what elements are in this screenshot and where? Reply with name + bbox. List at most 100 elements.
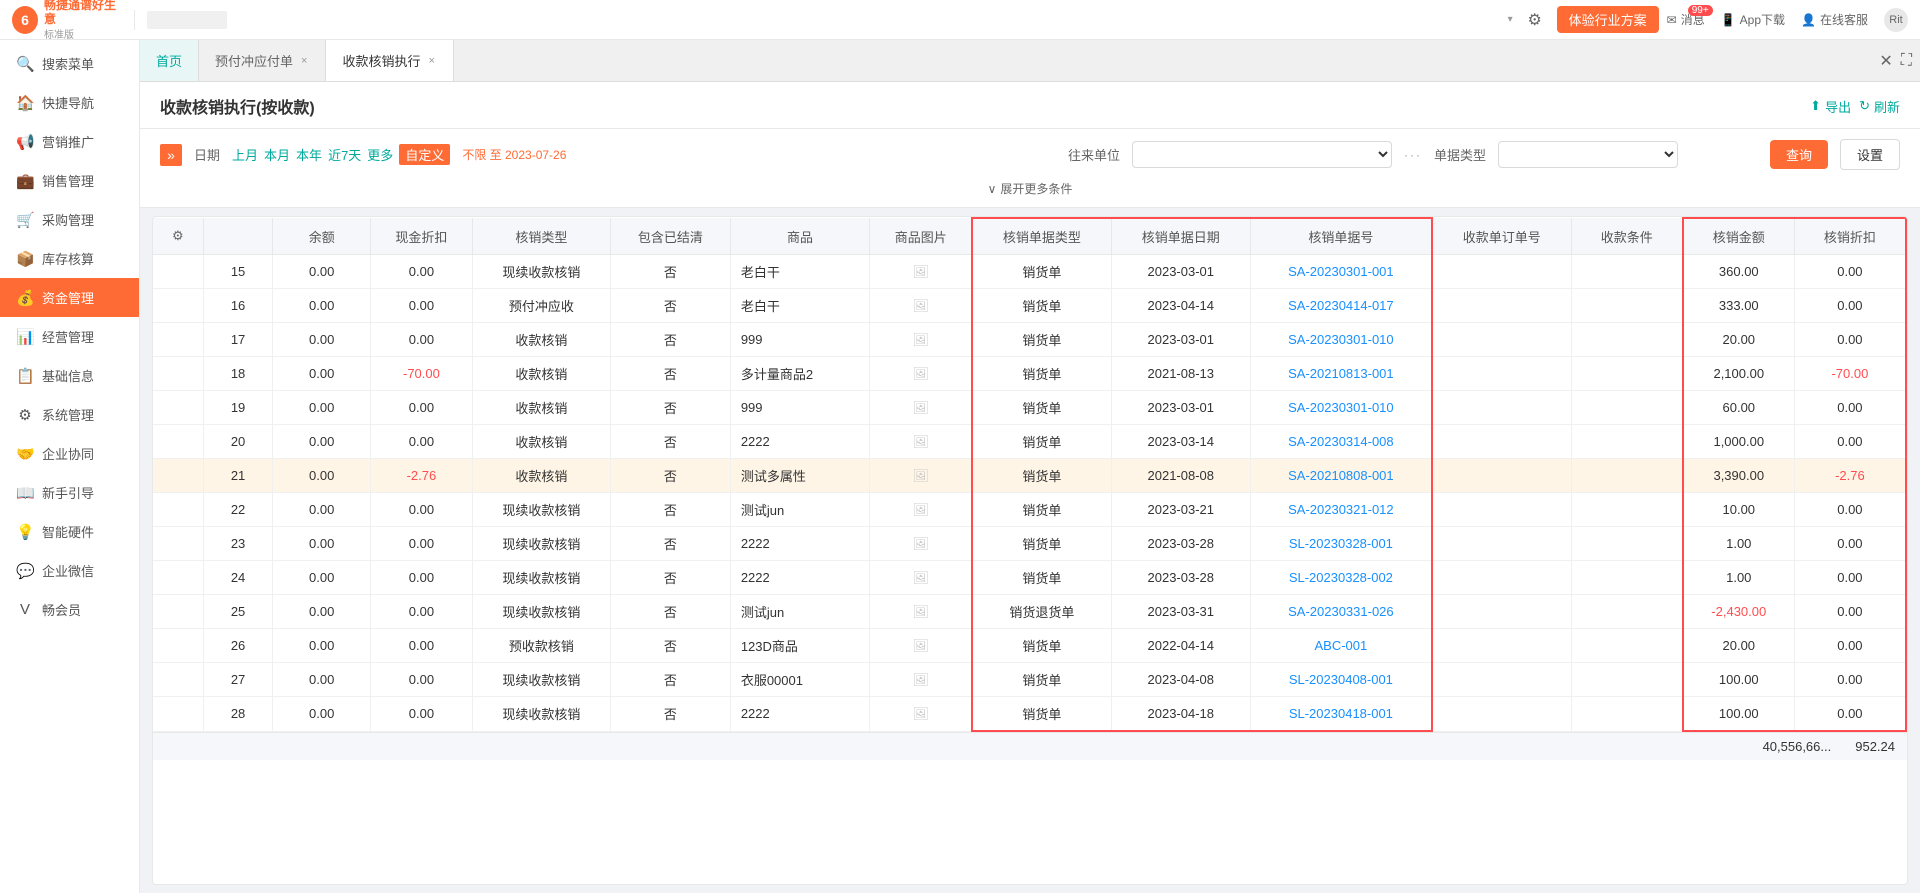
date-opt-custom[interactable]: 自定义 (399, 144, 450, 165)
table-cell: 0.00 (273, 425, 371, 459)
sidebar-label-sales: 销售管理 (42, 171, 94, 190)
from-unit-select[interactable] (1132, 141, 1392, 168)
sidebar-item-system[interactable]: ⚙ 系统管理 (0, 395, 139, 434)
voucher-type-select[interactable] (1498, 141, 1678, 168)
trial-button[interactable]: 体验行业方案 (1557, 6, 1659, 33)
table-cell[interactable]: SA-20230314-008 (1250, 425, 1431, 459)
date-opt-this-month[interactable]: 本月 (264, 145, 290, 164)
expand-more-button[interactable]: ∨ 展开更多条件 (160, 174, 1900, 197)
voucher-bill-no-link[interactable]: SA-20230314-008 (1288, 434, 1394, 449)
user-area[interactable]: Rit (1884, 8, 1908, 32)
sidebar-item-search[interactable]: 🔍 搜索菜单 (0, 44, 139, 83)
table-cell: 销货单 (972, 697, 1111, 732)
table-cell[interactable]: SA-20210813-001 (1250, 357, 1431, 391)
sidebar-item-marketing[interactable]: 📢 营销推广 (0, 122, 139, 161)
table-wrap: ⚙ 余额 现金折扣 核销类型 包含已结清 商品 商品图片 核销单据类型 核销单据… (152, 216, 1908, 885)
sidebar-item-basic-info[interactable]: 📋 基础信息 (0, 356, 139, 395)
sidebar-item-enterprise[interactable]: 🤝 企业协同 (0, 434, 139, 473)
voucher-bill-no-link[interactable]: ABC-001 (1315, 638, 1368, 653)
date-opt-7days[interactable]: 近7天 (328, 145, 361, 164)
voucher-bill-no-link[interactable]: SL-20230408-001 (1289, 672, 1393, 687)
refresh-button[interactable]: ↻ 刷新 (1859, 97, 1900, 116)
message-icon: ✉ (1667, 13, 1677, 27)
table-cell (1571, 493, 1683, 527)
table-cell: 2023-04-18 (1111, 697, 1250, 732)
filter-expand-button[interactable]: » (160, 144, 182, 166)
voucher-bill-no-link[interactable]: SL-20230328-001 (1289, 536, 1393, 551)
table-cell: 21 (203, 459, 273, 493)
table-cell: 现续收款核销 (472, 697, 610, 732)
sidebar-item-inventory[interactable]: 📦 库存核算 (0, 239, 139, 278)
table-cell[interactable]: SL-20230418-001 (1250, 697, 1431, 732)
th-writeoff-type: 核销类型 (472, 218, 610, 255)
sidebar-item-member[interactable]: V 畅会员 (0, 590, 139, 629)
system-icon: ⚙ (16, 406, 34, 424)
voucher-bill-no-link[interactable]: SL-20230328-002 (1289, 570, 1393, 585)
table-cell[interactable]: SA-20230301-010 (1250, 391, 1431, 425)
tab-expand-button[interactable]: ⛶ (1901, 52, 1912, 70)
table-cell (1571, 629, 1683, 663)
tab-writeoff-close[interactable]: × (426, 55, 436, 67)
online-service-button[interactable]: 👤 在线客服 (1801, 11, 1868, 28)
sidebar-item-wechat[interactable]: 💬 企业微信 (0, 551, 139, 590)
sidebar-item-guide[interactable]: 📖 新手引导 (0, 473, 139, 512)
table-cell: 现续收款核销 (472, 493, 610, 527)
table-cell: 销货单 (972, 357, 1111, 391)
voucher-bill-no-link[interactable]: SA-20210813-001 (1288, 366, 1394, 381)
settings-button[interactable]: ⚙ (1521, 6, 1549, 34)
dropdown-icon[interactable]: ▾ (1508, 14, 1513, 25)
sidebar-item-quick-nav[interactable]: 🏠 快捷导航 (0, 83, 139, 122)
voucher-bill-no-link[interactable]: SA-20230414-017 (1288, 298, 1394, 313)
marketing-icon: 📢 (16, 133, 34, 151)
table-cell[interactable]: SL-20230328-001 (1250, 527, 1431, 561)
tab-prepaid[interactable]: 预付冲应付单 × (199, 40, 326, 81)
query-button[interactable]: 查询 (1770, 140, 1828, 169)
tab-writeoff-label: 收款核销执行 (342, 51, 420, 70)
table-cell[interactable]: SA-20230301-010 (1250, 323, 1431, 357)
date-opt-last-month[interactable]: 上月 (232, 145, 258, 164)
chevron-down-icon: ∨ (988, 182, 997, 196)
voucher-bill-no-link[interactable]: SL-20230418-001 (1289, 706, 1393, 721)
voucher-bill-no-link[interactable]: SA-20210808-001 (1288, 468, 1394, 483)
voucher-bill-no-link[interactable]: SA-20230301-010 (1288, 400, 1394, 415)
voucher-bill-no-link[interactable]: SA-20230301-001 (1288, 264, 1394, 279)
table-cell (1432, 289, 1571, 323)
table-cell: 1.00 (1683, 561, 1795, 595)
tab-close-all-button[interactable]: ✕ (1879, 51, 1892, 71)
sidebar-item-finance[interactable]: 💰 资金管理 (0, 278, 139, 317)
date-opt-this-year[interactable]: 本年 (296, 145, 322, 164)
sidebar-label-marketing: 营销推广 (42, 132, 94, 151)
table-cell[interactable]: SA-20210808-001 (1250, 459, 1431, 493)
table-cell (1432, 663, 1571, 697)
table-cell: 🖼 (870, 289, 973, 323)
table-cell[interactable]: SL-20230328-002 (1250, 561, 1431, 595)
table-cell[interactable]: SA-20230331-026 (1250, 595, 1431, 629)
table-cell: 2222 (730, 527, 869, 561)
table-cell[interactable]: SA-20230321-012 (1250, 493, 1431, 527)
table-cell[interactable]: ABC-001 (1250, 629, 1431, 663)
sidebar-item-purchase[interactable]: 🛒 采购管理 (0, 200, 139, 239)
table-settings-icon[interactable]: ⚙ (163, 228, 193, 244)
table-cell: 0.00 (371, 425, 473, 459)
tab-writeoff[interactable]: 收款核销执行 × (326, 40, 453, 81)
sidebar-item-smart-hw[interactable]: 💡 智能硬件 (0, 512, 139, 551)
table-cell[interactable]: SL-20230408-001 (1250, 663, 1431, 697)
tab-prepaid-close[interactable]: × (299, 55, 309, 67)
table-cell[interactable]: SA-20230414-017 (1250, 289, 1431, 323)
sidebar-item-sales[interactable]: 💼 销售管理 (0, 161, 139, 200)
date-opt-more[interactable]: 更多 (367, 145, 393, 164)
voucher-bill-no-link[interactable]: SA-20230331-026 (1288, 604, 1394, 619)
voucher-bill-no-link[interactable]: SA-20230301-010 (1288, 332, 1394, 347)
tab-home[interactable]: 首页 (140, 40, 199, 81)
sidebar-item-operations[interactable]: 📊 经营管理 (0, 317, 139, 356)
export-button[interactable]: ⬆ 导出 (1810, 97, 1851, 116)
messages-button[interactable]: ✉ 消息 99+ (1667, 11, 1705, 28)
table-cell[interactable]: SA-20230301-001 (1250, 255, 1431, 289)
table-cell: 0.00 (371, 323, 473, 357)
th-goods: 商品 (730, 218, 869, 255)
app-download-button[interactable]: 📱 App下载 (1721, 11, 1785, 28)
voucher-bill-no-link[interactable]: SA-20230321-012 (1288, 502, 1394, 517)
filter-settings-button[interactable]: 设置 (1840, 139, 1900, 170)
table-cell: 0.00 (1794, 391, 1906, 425)
table-cell: 否 (610, 663, 730, 697)
